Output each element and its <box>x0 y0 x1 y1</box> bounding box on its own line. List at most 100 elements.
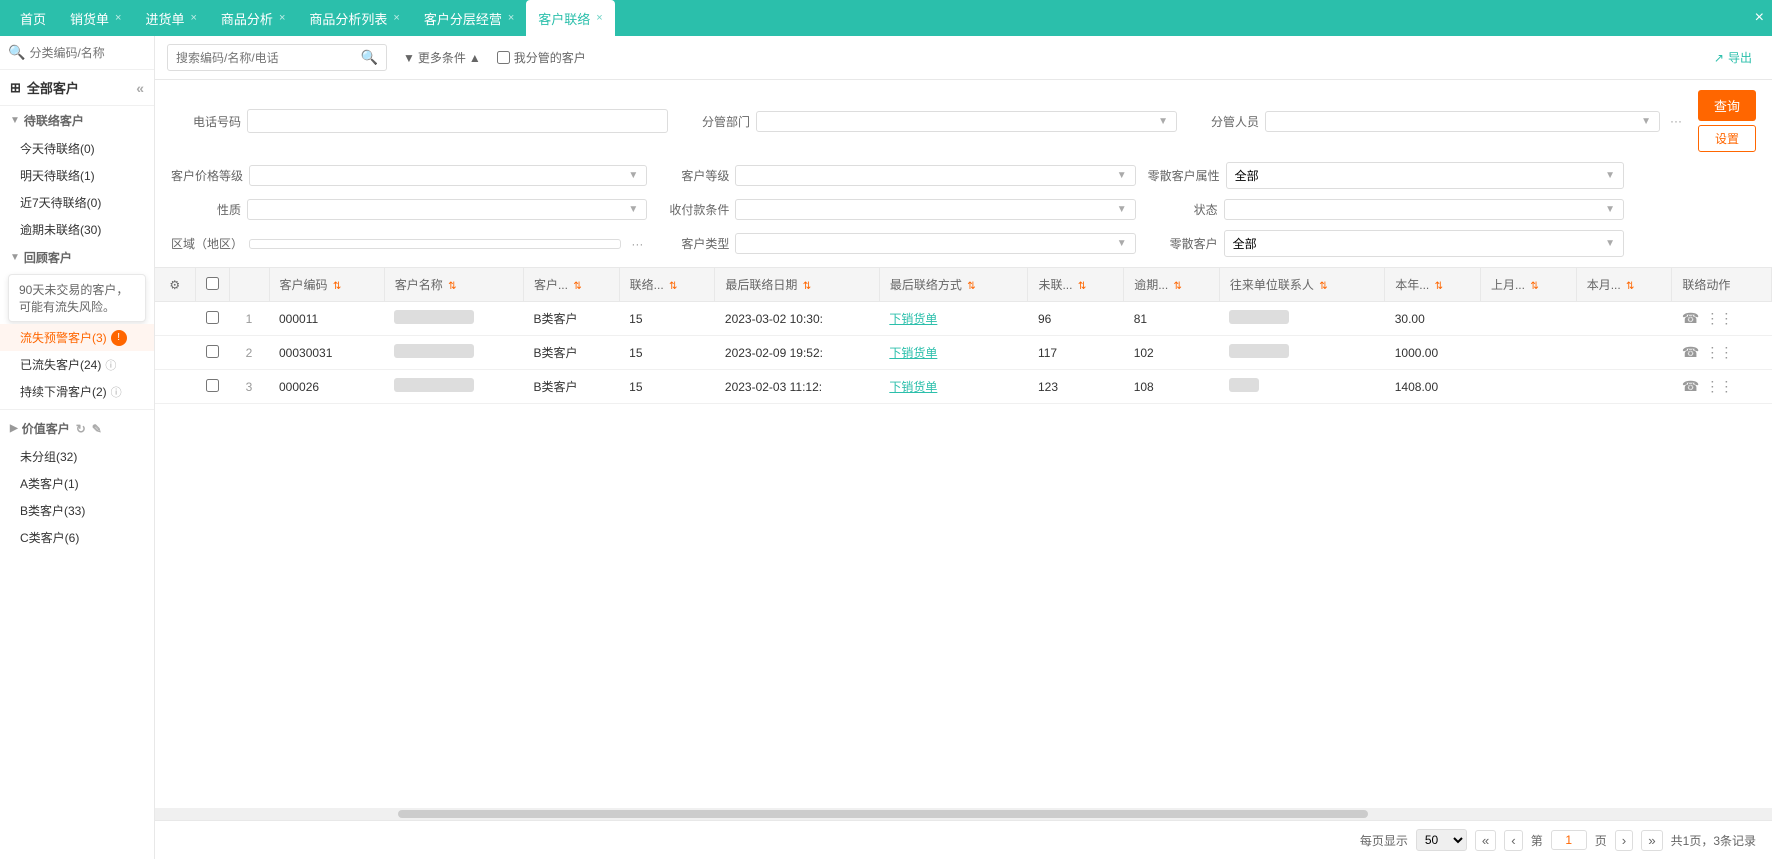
collapse-sidebar-icon[interactable]: « <box>136 80 144 96</box>
col-last-month[interactable]: 上月... ⇅ <box>1480 268 1576 302</box>
region-select[interactable] <box>249 239 621 249</box>
last-page-btn[interactable]: » <box>1641 830 1662 851</box>
my-customers-checkbox[interactable] <box>497 51 510 64</box>
more-conditions-btn[interactable]: ▼ 更多条件 ▲ <box>395 45 489 70</box>
col-not-contacted[interactable]: 未联... ⇅ <box>1028 268 1124 302</box>
sidebar-item-ungrouped[interactable]: 未分组(32) <box>0 443 154 470</box>
sidebar-item-churned[interactable]: 已流失客户(24) ⓘ <box>0 351 154 378</box>
dept-select[interactable]: ▼ <box>756 111 1177 132</box>
tab-product-analysis[interactable]: 商品分析 × <box>209 0 297 36</box>
col-contact[interactable]: 联络... ⇅ <box>619 268 715 302</box>
filter-icon: ▼ <box>403 51 415 65</box>
phone-label: 电话号码 <box>171 113 241 130</box>
col-this-year[interactable]: 本年... ⇅ <box>1385 268 1481 302</box>
sidebar-group-value[interactable]: ▶ 价值客户 ↻ ✎ <box>0 414 154 443</box>
row-checkbox-3[interactable] <box>206 379 219 392</box>
window-close-button[interactable]: × <box>1755 9 1764 27</box>
sort-icon-not-contacted: ⇅ <box>1078 281 1086 292</box>
filter-customer-tier: 客户等级 ▼ <box>659 165 1135 186</box>
tab-product-analysis-list[interactable]: 商品分析列表 × <box>297 0 411 36</box>
prev-page-btn[interactable]: ‹ <box>1504 830 1522 851</box>
sidebar-item-week-pending[interactable]: 近7天待联络(0) <box>0 189 154 216</box>
sidebar-item-class-c[interactable]: C类客户(6) <box>0 524 154 551</box>
sidebar-item-declining[interactable]: 持续下滑客户(2) ⓘ <box>0 378 154 405</box>
close-sales-order[interactable]: × <box>115 12 121 24</box>
first-page-btn[interactable]: « <box>1475 830 1496 851</box>
filter-search-icon[interactable]: 🔍 <box>361 49 378 66</box>
col-last-method[interactable]: 最后联络方式 ⇅ <box>879 268 1028 302</box>
edit-icon-value[interactable]: ✎ <box>92 422 102 436</box>
col-type[interactable]: 客户... ⇅ <box>523 268 619 302</box>
export-button[interactable]: ↗ 导出 <box>1706 45 1760 70</box>
col-gear: ⚙ <box>155 268 195 302</box>
close-purchase-order[interactable]: × <box>190 12 196 24</box>
tab-customer-tier[interactable]: 客户分层经营 × <box>412 0 526 36</box>
close-product-analysis-list[interactable]: × <box>393 12 399 24</box>
page-number-input[interactable] <box>1551 830 1587 850</box>
col-code[interactable]: 客户编码 ⇅ <box>269 268 384 302</box>
retail-attr-select[interactable]: 全部 ▼ <box>1226 162 1624 189</box>
col-this-month[interactable]: 本月... ⇅ <box>1576 268 1672 302</box>
customer-tier-select[interactable]: ▼ <box>735 165 1135 186</box>
select-all-checkbox[interactable] <box>206 277 219 290</box>
col-name[interactable]: 客户名称 ⇅ <box>384 268 523 302</box>
sidebar-all-customers[interactable]: ⊞ 全部客户 « <box>0 70 154 106</box>
settings-button[interactable]: 设置 <box>1698 125 1756 152</box>
refresh-icon-value[interactable]: ↻ <box>76 422 86 436</box>
nature-label: 性质 <box>171 201 241 218</box>
close-customer-tier[interactable]: × <box>508 12 514 24</box>
link-sales-order-3[interactable]: 下销货单 <box>889 380 937 394</box>
tab-home[interactable]: 首页 <box>8 0 58 36</box>
sidebar-group-pending[interactable]: ▼ 待联络客户 <box>0 106 154 135</box>
settings-gear-icon[interactable]: ⚙ <box>169 278 180 292</box>
customer-type-select[interactable]: ▼ <box>735 233 1135 254</box>
link-sales-order-2[interactable]: 下销货单 <box>889 346 937 360</box>
col-overdue[interactable]: 逾期... ⇅ <box>1124 268 1220 302</box>
contact-icon-1[interactable]: ☎ <box>1682 310 1699 327</box>
col-last-date[interactable]: 最后联络日期 ⇅ <box>715 268 879 302</box>
manager-select[interactable]: ▼ <box>1265 111 1660 132</box>
link-sales-order-1[interactable]: 下销货单 <box>889 312 937 326</box>
menu-icon-1[interactable]: ⋮⋮ <box>1705 310 1733 327</box>
close-customer-contact[interactable]: × <box>596 12 602 24</box>
more-btn-region[interactable]: ··· <box>627 233 647 255</box>
contact-icon-3[interactable]: ☎ <box>1682 378 1699 395</box>
menu-icon-2[interactable]: ⋮⋮ <box>1705 344 1733 361</box>
filter-search-input[interactable] <box>176 51 357 65</box>
advanced-filter-panel: 电话号码 分管部门 ▼ 分管人员 ▼ ··· <box>155 80 1772 268</box>
status-select[interactable]: ▼ <box>1224 199 1624 220</box>
phone-input[interactable] <box>247 109 668 133</box>
col-partner[interactable]: 往来单位联系人 ⇅ <box>1219 268 1384 302</box>
sidebar-item-class-a[interactable]: A类客户(1) <box>0 470 154 497</box>
export-icon: ↗ <box>1714 51 1724 65</box>
horizontal-scrollbar[interactable] <box>155 808 1772 820</box>
sidebar-search-input[interactable] <box>29 46 146 60</box>
sidebar-item-tomorrow-pending[interactable]: 明天待联络(1) <box>0 162 154 189</box>
scrollbar-thumb[interactable] <box>398 810 1368 818</box>
per-page-select[interactable]: 50 20 100 <box>1416 829 1467 851</box>
menu-icon-3[interactable]: ⋮⋮ <box>1705 378 1733 395</box>
close-product-analysis[interactable]: × <box>279 12 285 24</box>
nature-select[interactable]: ▼ <box>247 199 647 220</box>
more-btn-manager[interactable]: ··· <box>1666 110 1686 132</box>
retail-customer-select[interactable]: 全部 ▼ <box>1224 230 1624 257</box>
price-tier-select[interactable]: ▼ <box>249 165 647 186</box>
sidebar-item-class-b[interactable]: B类客户(33) <box>0 497 154 524</box>
sidebar-item-today-pending[interactable]: 今天待联络(0) <box>0 135 154 162</box>
cell-not-contacted-1: 96 <box>1028 302 1124 336</box>
tab-purchase-order[interactable]: 进货单 × <box>133 0 208 36</box>
sidebar-item-churn-warning[interactable]: 流失预警客户(3) ! <box>0 324 154 351</box>
sidebar-group-review[interactable]: ▼ 回顾客户 <box>0 243 154 272</box>
next-page-btn[interactable]: › <box>1615 830 1633 851</box>
table-row: 2 00030031 B类客户 15 2023-02-09 19:52: 下销货… <box>155 336 1772 370</box>
payment-select[interactable]: ▼ <box>735 199 1135 220</box>
row-checkbox-1[interactable] <box>206 311 219 324</box>
tab-customer-contact[interactable]: 客户联络 × <box>526 0 614 36</box>
sidebar-item-overdue-pending[interactable]: 逾期未联络(30) <box>0 216 154 243</box>
tab-sales-order[interactable]: 销货单 × <box>58 0 133 36</box>
contact-icon-2[interactable]: ☎ <box>1682 344 1699 361</box>
manager-label: 分管人员 <box>1189 113 1259 130</box>
query-button[interactable]: 查询 <box>1698 90 1756 121</box>
my-customers-filter[interactable]: 我分管的客户 <box>497 49 586 66</box>
row-checkbox-2[interactable] <box>206 345 219 358</box>
